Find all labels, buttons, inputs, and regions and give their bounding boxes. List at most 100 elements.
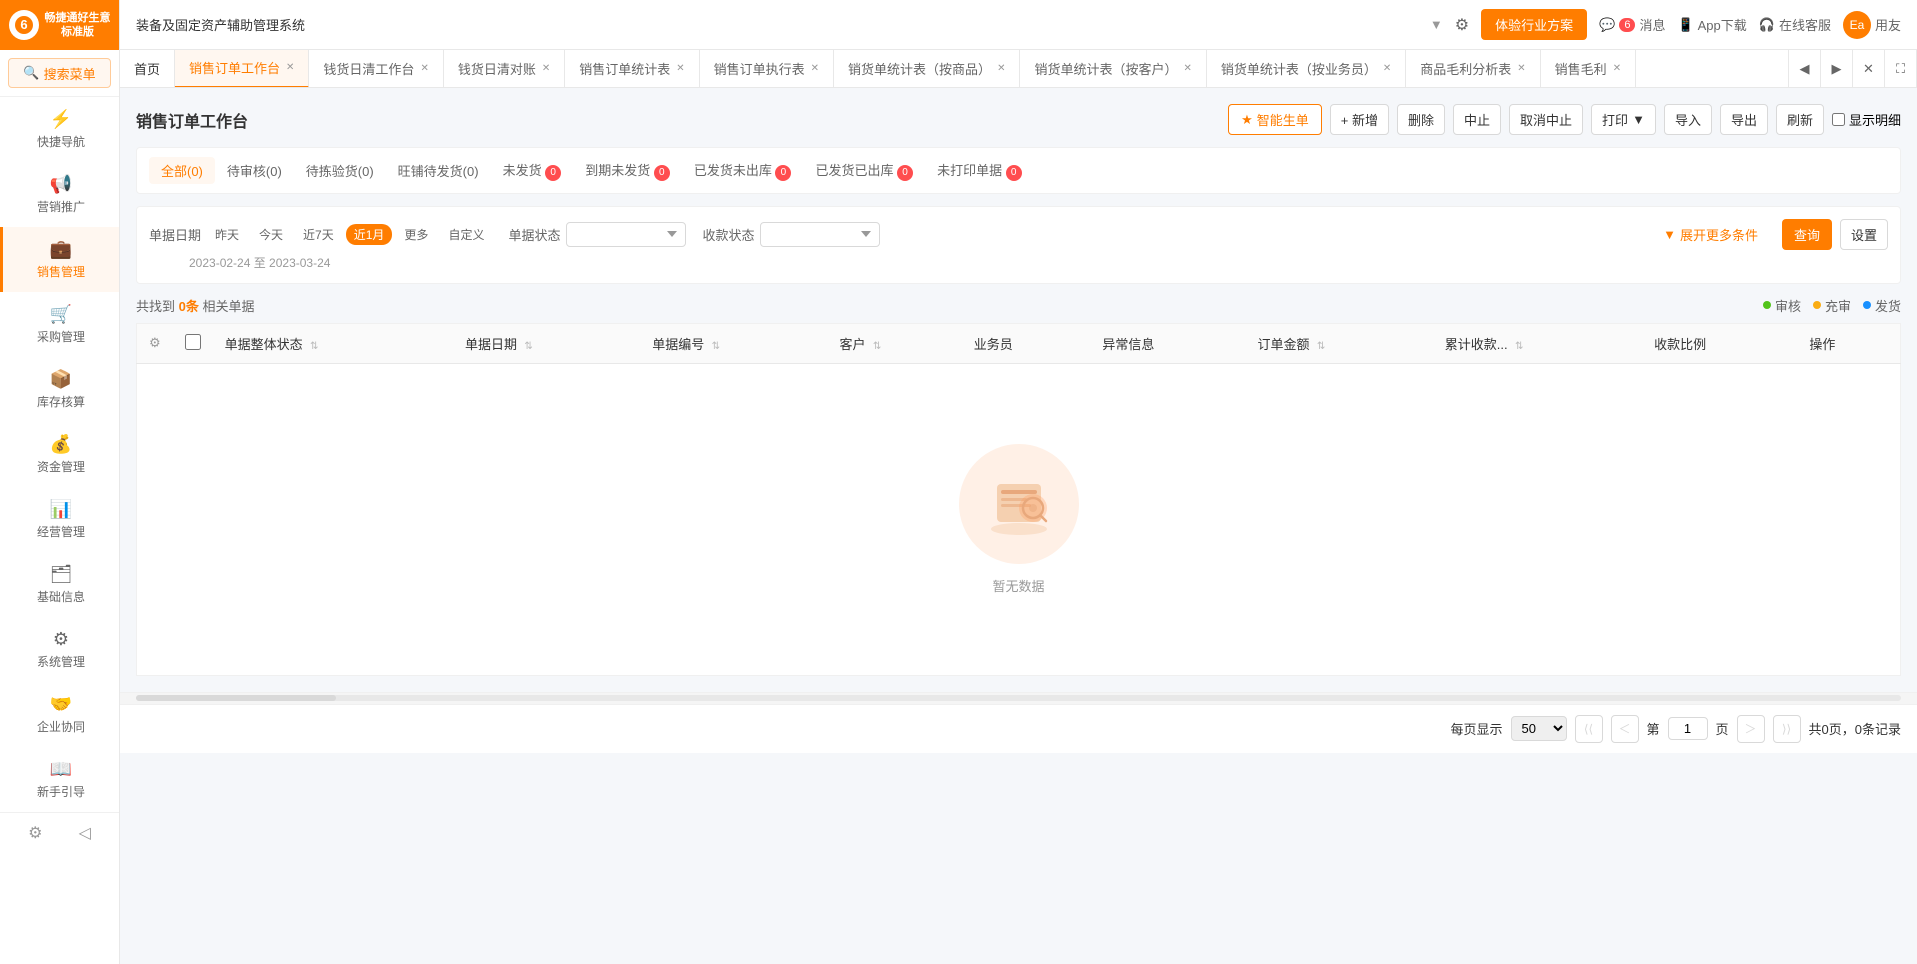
- horizontal-scrollbar[interactable]: [120, 692, 1917, 704]
- tab-close-icon[interactable]: ✕: [286, 62, 294, 73]
- delete-button[interactable]: 删除: [1397, 104, 1445, 135]
- tab-close-icon[interactable]: ✕: [997, 63, 1005, 74]
- review-action[interactable]: 审核: [1763, 296, 1801, 315]
- tab-sales-stats[interactable]: 销售订单统计表 ✕: [565, 50, 699, 88]
- new-button[interactable]: + 新增: [1330, 104, 1389, 135]
- tab-scroll-right-button[interactable]: ▶: [1821, 50, 1853, 88]
- quick-date-custom[interactable]: 自定义: [440, 224, 492, 245]
- tab-close-current-button[interactable]: ✕: [1853, 50, 1885, 88]
- cancel-review-action[interactable]: 充审: [1813, 296, 1851, 315]
- expand-filter-button[interactable]: ▼ 展开更多条件: [1663, 225, 1758, 244]
- online-service-action[interactable]: 🎧 在线客服: [1759, 15, 1831, 34]
- sidebar-item-enterprise[interactable]: 🤝 企业协同: [0, 682, 119, 747]
- quick-date-7days[interactable]: 近7天: [295, 224, 342, 245]
- sort-date-icon[interactable]: ⇅: [524, 341, 532, 352]
- tab-close-icon[interactable]: ✕: [420, 63, 428, 74]
- show-detail-checkbox[interactable]: [1832, 113, 1845, 126]
- sidebar-item-finance[interactable]: 💰 资金管理: [0, 422, 119, 487]
- tab-goods-stats-salesman[interactable]: 销货单统计表（按业务员） ✕: [1207, 50, 1406, 88]
- tab-home[interactable]: 首页: [120, 50, 175, 88]
- quick-date-more[interactable]: 更多: [396, 224, 436, 245]
- filter-settings-button[interactable]: 设置: [1840, 219, 1888, 250]
- export-button[interactable]: 导出: [1720, 104, 1768, 135]
- sub-tab-shipped-out[interactable]: 已发货已出库 0: [803, 156, 925, 185]
- print-dropdown-icon[interactable]: ▼: [1632, 112, 1645, 127]
- refresh-button[interactable]: 刷新: [1776, 104, 1824, 135]
- tab-fullscreen-button[interactable]: ⛶: [1885, 50, 1917, 88]
- tab-goods-stats-product[interactable]: 销货单统计表（按商品） ✕: [834, 50, 1020, 88]
- prev-page-button[interactable]: ＜: [1611, 715, 1639, 743]
- tab-close-icon[interactable]: ✕: [811, 63, 819, 74]
- tab-close-icon[interactable]: ✕: [1183, 63, 1191, 74]
- last-page-button[interactable]: ⟩⟩: [1773, 715, 1801, 743]
- sub-tab-overdue-unshipped[interactable]: 到期未发货 0: [573, 156, 682, 185]
- collapse-sidebar-icon[interactable]: ◁: [79, 823, 91, 843]
- tab-close-icon[interactable]: ✕: [542, 63, 550, 74]
- sidebar-item-sales[interactable]: 💼 销售管理: [0, 227, 119, 292]
- stop-button[interactable]: 中止: [1453, 104, 1501, 135]
- sort-customer-icon[interactable]: ⇅: [873, 341, 881, 352]
- tab-sales-order-workbench[interactable]: 销售订单工作台 ✕: [175, 50, 309, 88]
- user-action[interactable]: Ea 用友: [1843, 11, 1901, 39]
- quick-date-yesterday[interactable]: 昨天: [207, 224, 247, 245]
- status-select[interactable]: [566, 222, 686, 247]
- sort-number-icon[interactable]: ⇅: [712, 341, 720, 352]
- tab-close-icon[interactable]: ✕: [676, 63, 684, 74]
- cancel-stop-button[interactable]: 取消中止: [1509, 104, 1583, 135]
- column-settings-icon[interactable]: ⚙: [149, 335, 161, 350]
- tab-label: 销货单统计表（按商品）: [848, 59, 991, 78]
- quick-date-1month[interactable]: 近1月: [346, 224, 393, 245]
- tab-cash-daily[interactable]: 钱货日清工作台 ✕: [309, 50, 443, 88]
- next-page-button[interactable]: ＞: [1737, 715, 1765, 743]
- smart-generate-button[interactable]: ★ 智能生单: [1228, 104, 1322, 135]
- tab-goods-stats-customer[interactable]: 销货单统计表（按客户） ✕: [1020, 50, 1206, 88]
- print-button[interactable]: 打印 ▼: [1591, 104, 1656, 135]
- select-all-checkbox[interactable]: [185, 334, 201, 350]
- sidebar-item-basic-info[interactable]: 🗂 基础信息: [0, 552, 119, 617]
- scroll-thumb[interactable]: [136, 695, 336, 701]
- message-action[interactable]: 💬 6 消息: [1599, 15, 1665, 34]
- sidebar-item-system[interactable]: ⚙ 系统管理: [0, 617, 119, 682]
- page-size-select[interactable]: 20 50 100: [1511, 716, 1567, 741]
- sidebar-item-inventory[interactable]: 📦 库存核算: [0, 357, 119, 422]
- ship-action[interactable]: 发货: [1863, 296, 1901, 315]
- tab-scroll-left-button[interactable]: ◀: [1789, 50, 1821, 88]
- app-download-action[interactable]: 📱 App下载: [1677, 15, 1746, 34]
- sidebar-item-operations[interactable]: 📊 经营管理: [0, 487, 119, 552]
- first-page-button[interactable]: ⟨⟨: [1575, 715, 1603, 743]
- sort-amount-icon[interactable]: ⇅: [1317, 341, 1325, 352]
- payment-select[interactable]: [760, 222, 880, 247]
- settings-gear-icon[interactable]: ⚙: [28, 823, 42, 843]
- tab-close-icon[interactable]: ✕: [1613, 63, 1621, 74]
- col-status: 单据整体状态 ⇅: [213, 323, 453, 363]
- search-menu-button[interactable]: 🔍 搜索菜单: [8, 58, 111, 88]
- import-button[interactable]: 导入: [1664, 104, 1712, 135]
- industry-solution-button[interactable]: 体验行业方案: [1481, 9, 1587, 40]
- sub-tab-unshipped[interactable]: 未发货 0: [491, 156, 574, 185]
- sub-tab-pending-inspect[interactable]: 待拣验货(0): [294, 157, 386, 184]
- sub-tab-all[interactable]: 全部(0): [149, 157, 215, 184]
- sub-tab-wangpu-pending[interactable]: 旺铺待发货(0): [386, 157, 491, 184]
- sort-status-icon[interactable]: ⇅: [310, 341, 318, 352]
- sidebar-item-guide[interactable]: 📖 新手引导: [0, 747, 119, 812]
- tab-margin-analysis[interactable]: 商品毛利分析表 ✕: [1406, 50, 1540, 88]
- query-button[interactable]: 查询: [1782, 219, 1832, 250]
- tab-close-icon[interactable]: ✕: [1383, 63, 1391, 74]
- tab-sales-exec[interactable]: 销售订单执行表 ✕: [700, 50, 834, 88]
- tab-close-icon[interactable]: ✕: [1517, 63, 1525, 74]
- sub-tab-pending-review[interactable]: 待审核(0): [215, 157, 294, 184]
- tab-cash-reconcile[interactable]: 钱货日清对账 ✕: [444, 50, 565, 88]
- topbar-dropdown-icon[interactable]: ▼: [1430, 17, 1443, 32]
- sub-tab-unprinted[interactable]: 未打印单据 0: [925, 156, 1034, 185]
- show-detail-checkbox-area[interactable]: 显示明细: [1832, 110, 1901, 129]
- sort-collected-icon[interactable]: ⇅: [1515, 341, 1523, 352]
- sidebar-item-marketing[interactable]: 📢 营销推广: [0, 162, 119, 227]
- quick-date-today[interactable]: 今天: [251, 224, 291, 245]
- sub-tab-shipped-not-out[interactable]: 已发货未出库 0: [682, 156, 804, 185]
- sidebar-item-label: 系统管理: [37, 653, 85, 670]
- sidebar-item-quick-nav[interactable]: ⚡ 快捷导航: [0, 97, 119, 162]
- page-number-input[interactable]: [1668, 717, 1708, 740]
- sidebar-item-purchase[interactable]: 🛒 采购管理: [0, 292, 119, 357]
- topbar-settings-icon[interactable]: ⚙: [1455, 15, 1469, 35]
- tab-sales-margin[interactable]: 销售毛利 ✕: [1541, 50, 1636, 88]
